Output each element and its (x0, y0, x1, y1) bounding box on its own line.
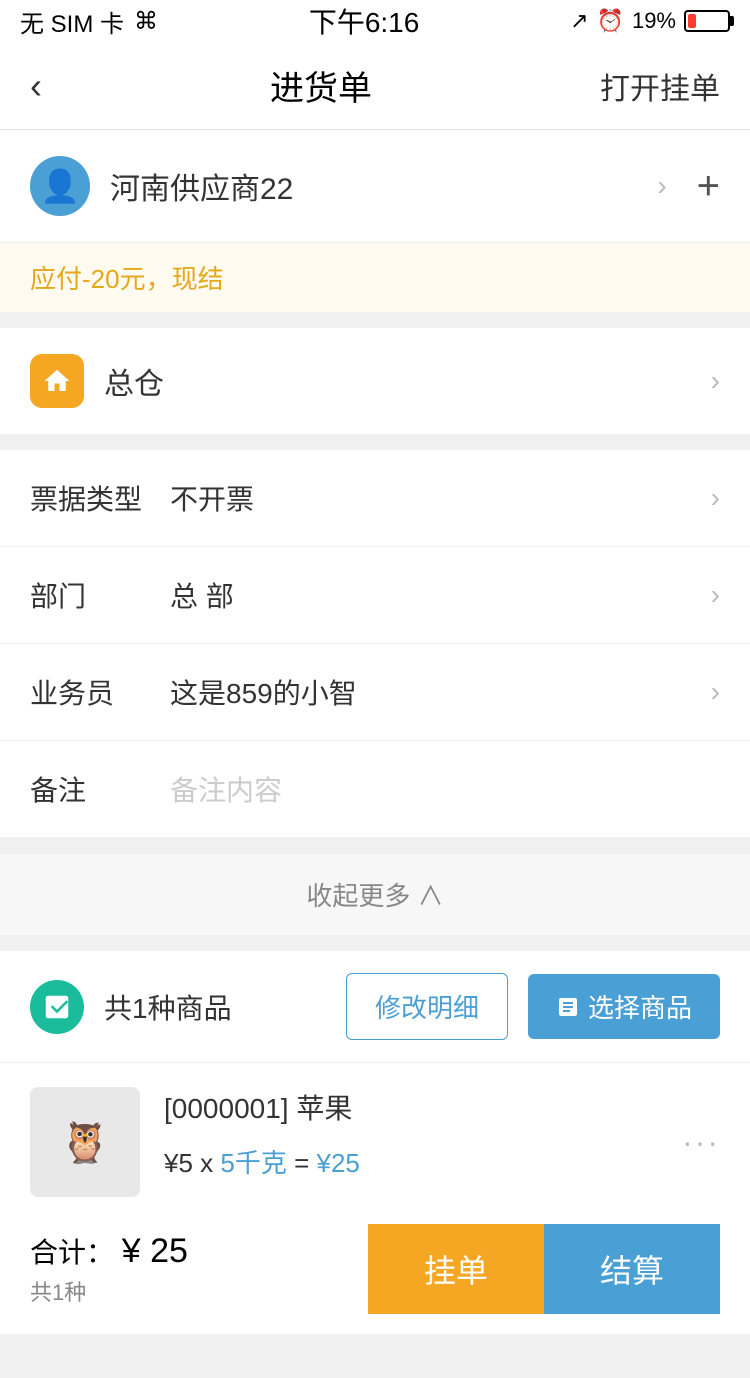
status-left: 无 SIM 卡 ⌘ (20, 4, 158, 39)
total-amount: ¥ 25 (122, 1232, 188, 1270)
status-right: ↗ ⏰ 19% (570, 8, 730, 34)
product-more-button[interactable]: ··· (682, 1124, 720, 1161)
dept-chevron-icon: › (711, 579, 720, 611)
product-id: [0000001] (164, 1093, 289, 1124)
product-item: 🦉 [0000001] 苹果 ¥5 x 5千克 = ¥25 ··· (0, 1063, 750, 1222)
sales-value: 这是859的小智 (170, 672, 711, 712)
warehouse-icon (30, 354, 84, 408)
warehouse-section: 总仓 › (0, 328, 750, 434)
select-products-button[interactable]: 选择商品 (528, 974, 720, 1039)
sales-chevron-icon: › (711, 676, 720, 708)
sales-row[interactable]: 业务员 这是859的小智 › (0, 644, 750, 741)
invoice-value: 不开票 (170, 478, 711, 518)
collapse-bar[interactable]: 收起更多 ∧ (0, 854, 750, 935)
equals-sign: = (294, 1148, 316, 1178)
battery-percent: 19% (632, 8, 676, 34)
modify-detail-button[interactable]: 修改明细 (346, 973, 508, 1040)
total-label: 合计： (30, 1237, 114, 1268)
quantity-value: 5千克 (220, 1148, 286, 1178)
invoice-row[interactable]: 票据类型 不开票 › (0, 450, 750, 547)
nav-bar: ‹ 进货单 打开挂单 (0, 42, 750, 130)
select-icon (556, 995, 580, 1019)
collapse-label: 收起更多 ∧ (306, 881, 443, 911)
dept-label: 部门 (30, 575, 170, 615)
open-hang-button[interactable]: 打开挂单 (600, 64, 720, 108)
product-name: [0000001] 苹果 (164, 1087, 682, 1127)
page-title: 进货单 (270, 61, 372, 110)
supplier-chevron-icon: › (657, 170, 666, 202)
warehouse-chevron-icon: › (711, 365, 720, 397)
sales-label: 业务员 (30, 672, 170, 712)
form-section: 票据类型 不开票 › 部门 总 部 › 业务员 这是859的小智 › 备注 备注… (0, 450, 750, 838)
supplier-section: 👤 河南供应商22 › + 应付-20元，现结 (0, 130, 750, 312)
owl-icon: 🦉 (60, 1119, 110, 1166)
carrier-label: 无 SIM 卡 (20, 4, 124, 39)
products-header: 共1种商品 修改明细 选择商品 (0, 951, 750, 1063)
content-area: 👤 河南供应商22 › + 应付-20元，现结 总仓 › 票据类型 不开票 › … (0, 130, 750, 1378)
warehouse-name: 总仓 (104, 359, 711, 403)
settle-button[interactable]: 结算 (544, 1224, 720, 1314)
hang-button[interactable]: 挂单 (368, 1224, 544, 1314)
note-input[interactable]: 备注内容 (170, 769, 720, 809)
dept-value: 总 部 (170, 575, 711, 615)
time-label: 下午6:16 (309, 1, 420, 41)
supplier-row[interactable]: 👤 河南供应商22 › + (0, 130, 750, 243)
avatar-icon: 👤 (40, 167, 80, 205)
total-value: ¥25 (317, 1148, 360, 1178)
note-label: 备注 (30, 769, 170, 809)
price-x: x (200, 1148, 220, 1178)
product-info: [0000001] 苹果 ¥5 x 5千克 = ¥25 (164, 1087, 682, 1180)
note-row[interactable]: 备注 备注内容 (0, 741, 750, 838)
total-count: 共1种 (30, 1275, 368, 1307)
payment-hint: 应付-20元，现结 (0, 243, 750, 312)
wifi-icon: ⌘ (134, 7, 158, 36)
invoice-chevron-icon: › (711, 482, 720, 514)
total-section: 合计： ¥ 25 共1种 (30, 1231, 368, 1307)
price-value: ¥5 (164, 1148, 193, 1178)
select-products-label: 选择商品 (588, 988, 692, 1025)
products-count: 共1种商品 (104, 987, 326, 1027)
dept-row[interactable]: 部门 总 部 › (0, 547, 750, 644)
add-supplier-button[interactable]: + (697, 164, 720, 209)
battery-icon (684, 10, 730, 32)
back-button[interactable]: ‹ (30, 65, 42, 107)
product-title: 苹果 (296, 1093, 352, 1124)
product-thumbnail: 🦉 (30, 1087, 140, 1197)
supplier-name: 河南供应商22 (110, 164, 657, 208)
alarm-icon: ⏰ (597, 8, 624, 34)
total-label-row: 合计： ¥ 25 (30, 1231, 368, 1271)
products-icon (30, 980, 84, 1034)
warehouse-row[interactable]: 总仓 › (0, 328, 750, 434)
products-section: 共1种商品 修改明细 选择商品 🦉 [0000001] 苹果 ¥5 (0, 951, 750, 1222)
bottom-bar: 合计： ¥ 25 共1种 挂单 结算 (0, 1204, 750, 1334)
supplier-avatar: 👤 (30, 156, 90, 216)
product-price-row: ¥5 x 5千克 = ¥25 (164, 1143, 682, 1180)
invoice-label: 票据类型 (30, 478, 170, 518)
location-icon: ↗ (570, 8, 588, 34)
status-bar: 无 SIM 卡 ⌘ 下午6:16 ↗ ⏰ 19% (0, 0, 750, 42)
